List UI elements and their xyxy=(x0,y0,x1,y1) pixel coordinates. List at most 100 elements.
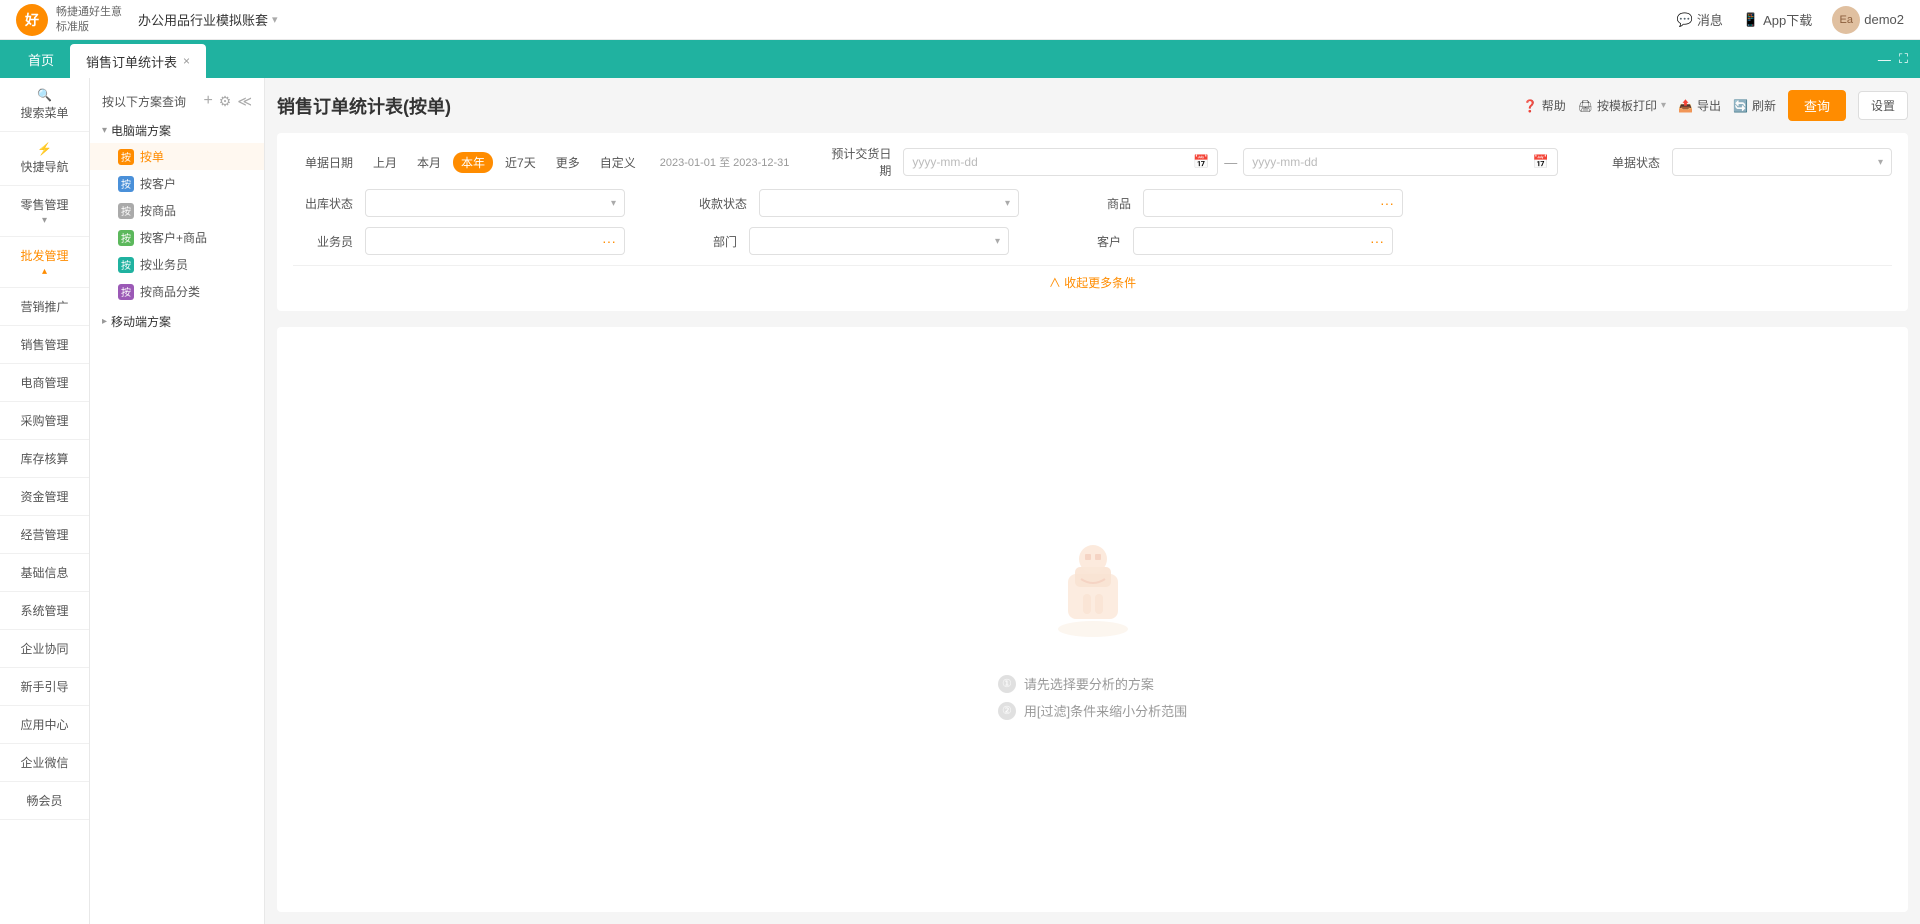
app-title[interactable]: 办公用品行业模拟账套 ▾ xyxy=(138,10,1677,29)
sidebar-item-purchase[interactable]: 采购管理 xyxy=(0,402,89,440)
sidebar-item-retail[interactable]: 零售管理 ▾ xyxy=(0,186,89,237)
scheme-by-salesperson[interactable]: 按 按业务员 xyxy=(90,251,264,278)
date-tab-7days[interactable]: 近7天 xyxy=(497,152,544,173)
tab-bar-actions: — ⛶ xyxy=(1878,51,1908,67)
right-content: 销售订单统计表(按单) ❓ 帮助 🖨 按模板打印 ▾ 📤 导出 xyxy=(265,78,1920,924)
sidebar-item-wechat[interactable]: 企业微信 xyxy=(0,744,89,782)
calendar-icon-start[interactable]: 📅 xyxy=(1193,154,1209,170)
scheme-icon-by-salesperson: 按 xyxy=(118,257,134,273)
payment-status-select[interactable]: ▾ xyxy=(759,189,1019,217)
empty-tip-1: ① 请先选择要分析的方案 xyxy=(998,674,1154,693)
tab-home[interactable]: 首页 xyxy=(12,40,70,78)
salesperson-input[interactable]: ··· xyxy=(365,227,625,255)
scheme-icon-by-category: 按 xyxy=(118,284,134,300)
date-tab-last-month[interactable]: 上月 xyxy=(365,152,405,173)
ship-status-label: 出库状态 xyxy=(293,195,353,212)
filter-panel: 单据日期 上月 本月 本年 近7天 更多 自定义 2023-01-01 至 20… xyxy=(277,133,1908,311)
date-separator: — xyxy=(1224,155,1237,170)
app-download-btn[interactable]: 📱 App下载 xyxy=(1743,10,1812,29)
export-btn[interactable]: 📤 导出 xyxy=(1678,97,1721,114)
ship-status-select[interactable]: ▾ xyxy=(365,189,625,217)
date-tab-this-year[interactable]: 本年 xyxy=(453,152,493,173)
scheme-by-category[interactable]: 按 按商品分类 xyxy=(90,278,264,305)
minimize-icon[interactable]: — xyxy=(1878,52,1891,67)
date-tab-this-month[interactable]: 本月 xyxy=(409,152,449,173)
expected-delivery-start[interactable]: yyyy-mm-dd 📅 xyxy=(903,148,1218,176)
sidebar-item-basic-info[interactable]: 基础信息 xyxy=(0,554,89,592)
mobile-scheme-group: ▸ 移动端方案 xyxy=(90,307,264,336)
tab-sales-order-stats[interactable]: 销售订单统计表 × xyxy=(70,44,206,78)
collapse-panel-btn[interactable]: ≪ xyxy=(237,93,252,110)
payment-status-label: 收款状态 xyxy=(677,195,747,212)
tip-num-2: ② xyxy=(998,702,1016,720)
date-tab-custom[interactable]: 自定义 xyxy=(592,152,644,173)
scheme-by-customer[interactable]: 按 按客户 xyxy=(90,170,264,197)
date-tabs: 上月 本月 本年 近7天 更多 自定义 xyxy=(365,152,644,173)
scheme-by-order[interactable]: 按 按单 xyxy=(90,143,264,170)
department-select[interactable]: ▾ xyxy=(749,227,1009,255)
date-range-text: 2023-01-01 至 2023-12-31 xyxy=(660,154,790,170)
expected-delivery-end[interactable]: yyyy-mm-dd 📅 xyxy=(1243,148,1558,176)
scheme-icon-by-goods: 按 xyxy=(118,203,134,219)
sidebar-item-shortcuts[interactable]: ⚡ 快捷导航 xyxy=(0,132,89,186)
user-profile[interactable]: Ea demo2 xyxy=(1832,6,1904,34)
scheme-by-goods[interactable]: 按 按商品 xyxy=(90,197,264,224)
salesperson-ellipsis-icon[interactable]: ··· xyxy=(602,233,616,249)
sidebar-item-newbie[interactable]: 新手引导 xyxy=(0,668,89,706)
collapse-bar[interactable]: ∧ 收起更多条件 xyxy=(293,265,1892,299)
department-arrow: ▾ xyxy=(995,236,1000,247)
tab-close-icon[interactable]: × xyxy=(183,54,190,68)
doc-status-select[interactable]: ▾ xyxy=(1672,148,1892,176)
print-btn[interactable]: 🖨 按模板打印 ▾ xyxy=(1578,97,1666,114)
sidebar: 🔍 搜索菜单 ⚡ 快捷导航 零售管理 ▾ 批发管理 ▴ 营销推广 销售管理 电商… xyxy=(0,78,90,924)
tab-bar: 首页 销售订单统计表 × — ⛶ xyxy=(0,40,1920,78)
logo-text: 畅捷通好生意 标准版 xyxy=(56,5,122,34)
department-label: 部门 xyxy=(677,233,737,250)
salesperson-label: 业务员 xyxy=(293,233,353,250)
page-actions: ❓ 帮助 🖨 按模板打印 ▾ 📤 导出 🔄 刷新 xyxy=(1523,90,1908,121)
scheme-icon-by-customer: 按 xyxy=(118,176,134,192)
empty-illustration xyxy=(1033,519,1153,658)
left-panel-header-icons: + ⚙ ≪ xyxy=(203,92,252,110)
sidebar-item-inventory[interactable]: 库存核算 xyxy=(0,440,89,478)
mobile-scheme-group-title[interactable]: ▸ 移动端方案 xyxy=(90,309,264,334)
doc-status-label: 单据状态 xyxy=(1590,154,1660,171)
pc-scheme-group: ▾ 电脑端方案 按 按单 按 按客户 按 按商品 按 按客户+商品 xyxy=(90,116,264,307)
scheme-by-customer-goods[interactable]: 按 按客户+商品 xyxy=(90,224,264,251)
goods-label: 商品 xyxy=(1071,195,1131,212)
maximize-icon[interactable]: ⛶ xyxy=(1899,51,1908,67)
customer-input[interactable]: ··· xyxy=(1133,227,1393,255)
page-title: 销售订单统计表(按单) xyxy=(277,93,1523,119)
refresh-btn[interactable]: 🔄 刷新 xyxy=(1733,97,1776,114)
sidebar-item-operations[interactable]: 经营管理 xyxy=(0,516,89,554)
goods-ellipsis-icon[interactable]: ··· xyxy=(1380,195,1394,211)
help-btn[interactable]: ❓ 帮助 xyxy=(1523,97,1566,114)
ship-status-arrow: ▾ xyxy=(611,198,616,209)
customer-ellipsis-icon[interactable]: ··· xyxy=(1370,233,1384,249)
sidebar-item-enterprise[interactable]: 企业协同 xyxy=(0,630,89,668)
scheme-icon-by-customer-goods: 按 xyxy=(118,230,134,246)
sidebar-item-member[interactable]: 畅会员 xyxy=(0,782,89,820)
sidebar-item-wholesale[interactable]: 批发管理 ▴ xyxy=(0,237,89,288)
doc-status-arrow: ▾ xyxy=(1878,157,1883,168)
top-nav: 好 畅捷通好生意 标准版 办公用品行业模拟账套 ▾ 💬 消息 📱 App下载 E… xyxy=(0,0,1920,40)
calendar-icon-end[interactable]: 📅 xyxy=(1533,154,1549,170)
empty-tips: ① 请先选择要分析的方案 ② 用[过滤]条件来缩小分析范围 xyxy=(998,674,1187,720)
sidebar-item-ecommerce[interactable]: 电商管理 xyxy=(0,364,89,402)
date-tab-more[interactable]: 更多 xyxy=(548,152,588,173)
sidebar-item-app-center[interactable]: 应用中心 xyxy=(0,706,89,744)
sidebar-item-marketing[interactable]: 营销推广 xyxy=(0,288,89,326)
sidebar-item-search[interactable]: 🔍 搜索菜单 xyxy=(0,78,89,132)
settings-btn[interactable]: 设置 xyxy=(1858,91,1908,120)
sidebar-item-system[interactable]: 系统管理 xyxy=(0,592,89,630)
settings-scheme-btn[interactable]: ⚙ xyxy=(219,93,232,110)
left-panel: 按以下方案查询 + ⚙ ≪ ▾ 电脑端方案 按 按单 按 xyxy=(90,78,265,924)
pc-scheme-group-title[interactable]: ▾ 电脑端方案 xyxy=(90,118,264,143)
add-scheme-btn[interactable]: + xyxy=(203,92,212,110)
message-btn[interactable]: 💬 消息 xyxy=(1677,10,1723,29)
sidebar-item-finance[interactable]: 资金管理 xyxy=(0,478,89,516)
goods-input[interactable]: ··· xyxy=(1143,189,1403,217)
query-btn[interactable]: 查询 xyxy=(1788,90,1846,121)
filter-row-1: 单据日期 上月 本月 本年 近7天 更多 自定义 2023-01-01 至 20… xyxy=(293,145,1892,179)
sidebar-item-sales[interactable]: 销售管理 xyxy=(0,326,89,364)
